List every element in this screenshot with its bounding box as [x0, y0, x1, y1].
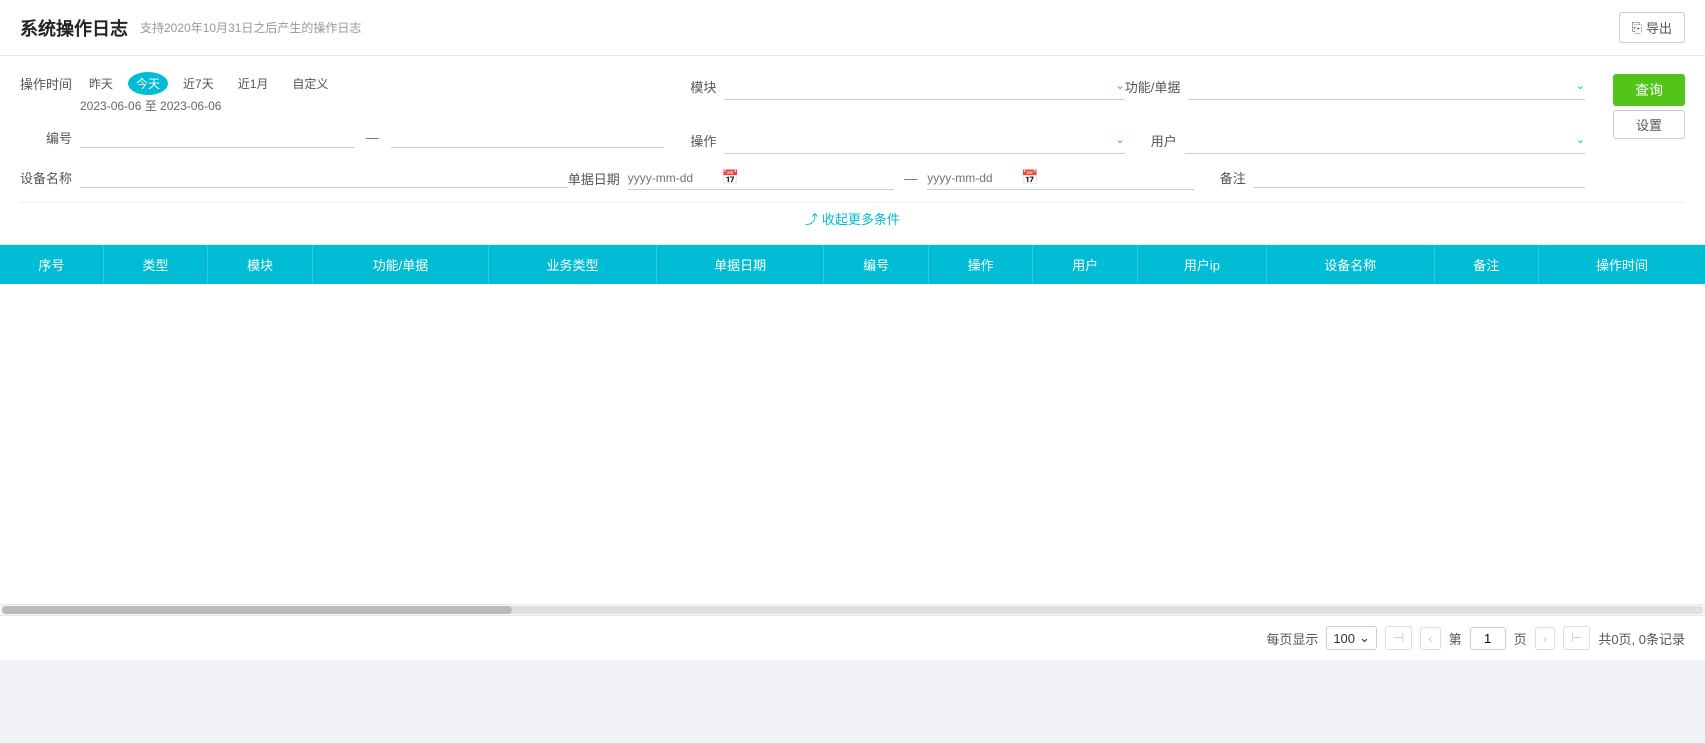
number-from-input[interactable]	[80, 126, 354, 148]
col-module: 模块	[208, 245, 312, 284]
device-input[interactable]	[80, 166, 568, 188]
remark-label: 备注	[1194, 168, 1246, 187]
settings-button[interactable]: 设置	[1613, 110, 1685, 139]
page-size-chevron-icon: ⌄	[1359, 630, 1370, 646]
user-chevron-icon: ⌄	[1576, 133, 1585, 146]
date-range-text: 2023-06-06 至 2023-06-06	[80, 99, 221, 113]
page-header: 系统操作日志 支持2020年10月31日之后产生的操作日志 ⎘ 导出	[0, 0, 1705, 56]
empty-area	[0, 284, 1705, 604]
page-unit: 页	[1514, 629, 1527, 648]
doc-date-label: 单据日期	[568, 169, 620, 188]
module-chevron-icon: ⌄	[1115, 79, 1124, 92]
user-label: 用户	[1125, 131, 1177, 150]
prev-page-button[interactable]: ‹	[1420, 627, 1440, 650]
function-chevron-icon: ⌄	[1576, 79, 1585, 92]
number-sep: —	[360, 130, 385, 145]
col-seq: 序号	[0, 245, 103, 284]
scrollbar-track	[2, 606, 1703, 614]
table-header-row: 序号 类型 模块 功能/单据 业务类型 单据日期 编号 操作 用户 用户ip 设…	[0, 245, 1705, 284]
time-btn-today[interactable]: 今天	[128, 72, 168, 95]
query-button[interactable]: 查询	[1613, 74, 1685, 106]
col-remark: 备注	[1434, 245, 1538, 284]
data-table: 序号 类型 模块 功能/单据 业务类型 单据日期 编号 操作 用户 用户ip 设…	[0, 245, 1705, 284]
next-page-button[interactable]: ›	[1535, 627, 1555, 650]
doc-date-start-wrap: 📅	[628, 166, 895, 190]
operation-chevron-icon: ⌄	[1115, 133, 1124, 146]
function-label: 功能/单据	[1125, 77, 1181, 96]
filter-row-2: 编号 — 操作 ⌄ 用户	[20, 126, 1685, 154]
pagination-bar: 每页显示 100 ⌄ ⊣ ‹ 第 页 › ⊢ 共0页, 0条记录	[0, 616, 1705, 660]
calendar-end-icon[interactable]: 📅	[1021, 169, 1038, 186]
col-function: 功能/单据	[312, 245, 488, 284]
filter-row-1: 操作时间 昨天 今天 近7天 近1月 自定义 2023-06-06 至 2023…	[20, 72, 1685, 114]
scrollbar-thumb[interactable]	[2, 606, 512, 614]
operation-select[interactable]: ⌄	[724, 126, 1124, 154]
function-select[interactable]: ⌄	[1188, 72, 1585, 100]
col-user: 用户	[1033, 245, 1137, 284]
time-btn-yesterday[interactable]: 昨天	[80, 72, 122, 95]
col-operation: 操作	[928, 245, 1032, 284]
export-button[interactable]: ⎘ 导出	[1619, 12, 1685, 43]
number-label: 编号	[20, 128, 72, 147]
time-buttons: 昨天 今天 近7天 近1月 自定义	[80, 72, 337, 95]
number-to-input[interactable]	[391, 126, 665, 148]
collapse-label: 收起更多条件	[822, 212, 900, 227]
doc-date-end-wrap: 📅	[927, 166, 1194, 190]
time-btn-7days[interactable]: 近7天	[174, 72, 223, 95]
device-label: 设备名称	[20, 168, 72, 187]
page-size-select[interactable]: 100 ⌄	[1326, 626, 1377, 650]
col-doc-date: 单据日期	[656, 245, 824, 284]
doc-date-start-input[interactable]	[628, 171, 718, 185]
table-section: 序号 类型 模块 功能/单据 业务类型 单据日期 编号 操作 用户 用户ip 设…	[0, 245, 1705, 604]
export-icon: ⎘	[1632, 20, 1642, 36]
col-device: 设备名称	[1266, 245, 1434, 284]
collapse-icon: ⤴	[805, 212, 818, 227]
module-select[interactable]: ⌄	[724, 72, 1124, 100]
calendar-start-icon[interactable]: 📅	[722, 169, 739, 186]
col-number: 编号	[824, 245, 928, 284]
page-number-input[interactable]	[1470, 627, 1506, 650]
last-page-button[interactable]: ⊢	[1563, 626, 1590, 650]
total-text: 共0页, 0条记录	[1598, 629, 1685, 648]
scrollbar-area[interactable]	[0, 604, 1705, 616]
col-op-time: 操作时间	[1539, 245, 1705, 284]
page-label: 第	[1449, 629, 1462, 648]
filter-area: 查询 设置 操作时间 昨天 今天 近7天 近1月 自定义 2023-0	[0, 56, 1705, 245]
operation-label: 操作	[664, 131, 716, 150]
page-size-value: 100	[1333, 631, 1355, 646]
action-buttons: 查询 设置	[1613, 74, 1685, 139]
time-btn-custom[interactable]: 自定义	[283, 72, 337, 95]
page-size-label: 每页显示	[1266, 629, 1318, 648]
col-biz-type: 业务类型	[489, 245, 657, 284]
col-user-ip: 用户ip	[1137, 245, 1266, 284]
first-page-button[interactable]: ⊣	[1385, 626, 1412, 650]
col-type: 类型	[103, 245, 207, 284]
doc-date-end-input[interactable]	[927, 171, 1017, 185]
page-subtitle: 支持2020年10月31日之后产生的操作日志	[140, 19, 361, 36]
user-select[interactable]: ⌄	[1185, 126, 1585, 154]
filter-row-3: 设备名称 单据日期 📅 — 📅	[20, 166, 1685, 190]
time-btn-1month[interactable]: 近1月	[229, 72, 278, 95]
time-label: 操作时间	[20, 74, 72, 93]
module-label: 模块	[664, 77, 716, 96]
remark-input[interactable]	[1254, 166, 1585, 188]
collapse-bar[interactable]: ⤴ 收起更多条件	[20, 202, 1685, 234]
doc-date-sep: —	[898, 171, 923, 186]
page-title: 系统操作日志	[20, 15, 128, 41]
